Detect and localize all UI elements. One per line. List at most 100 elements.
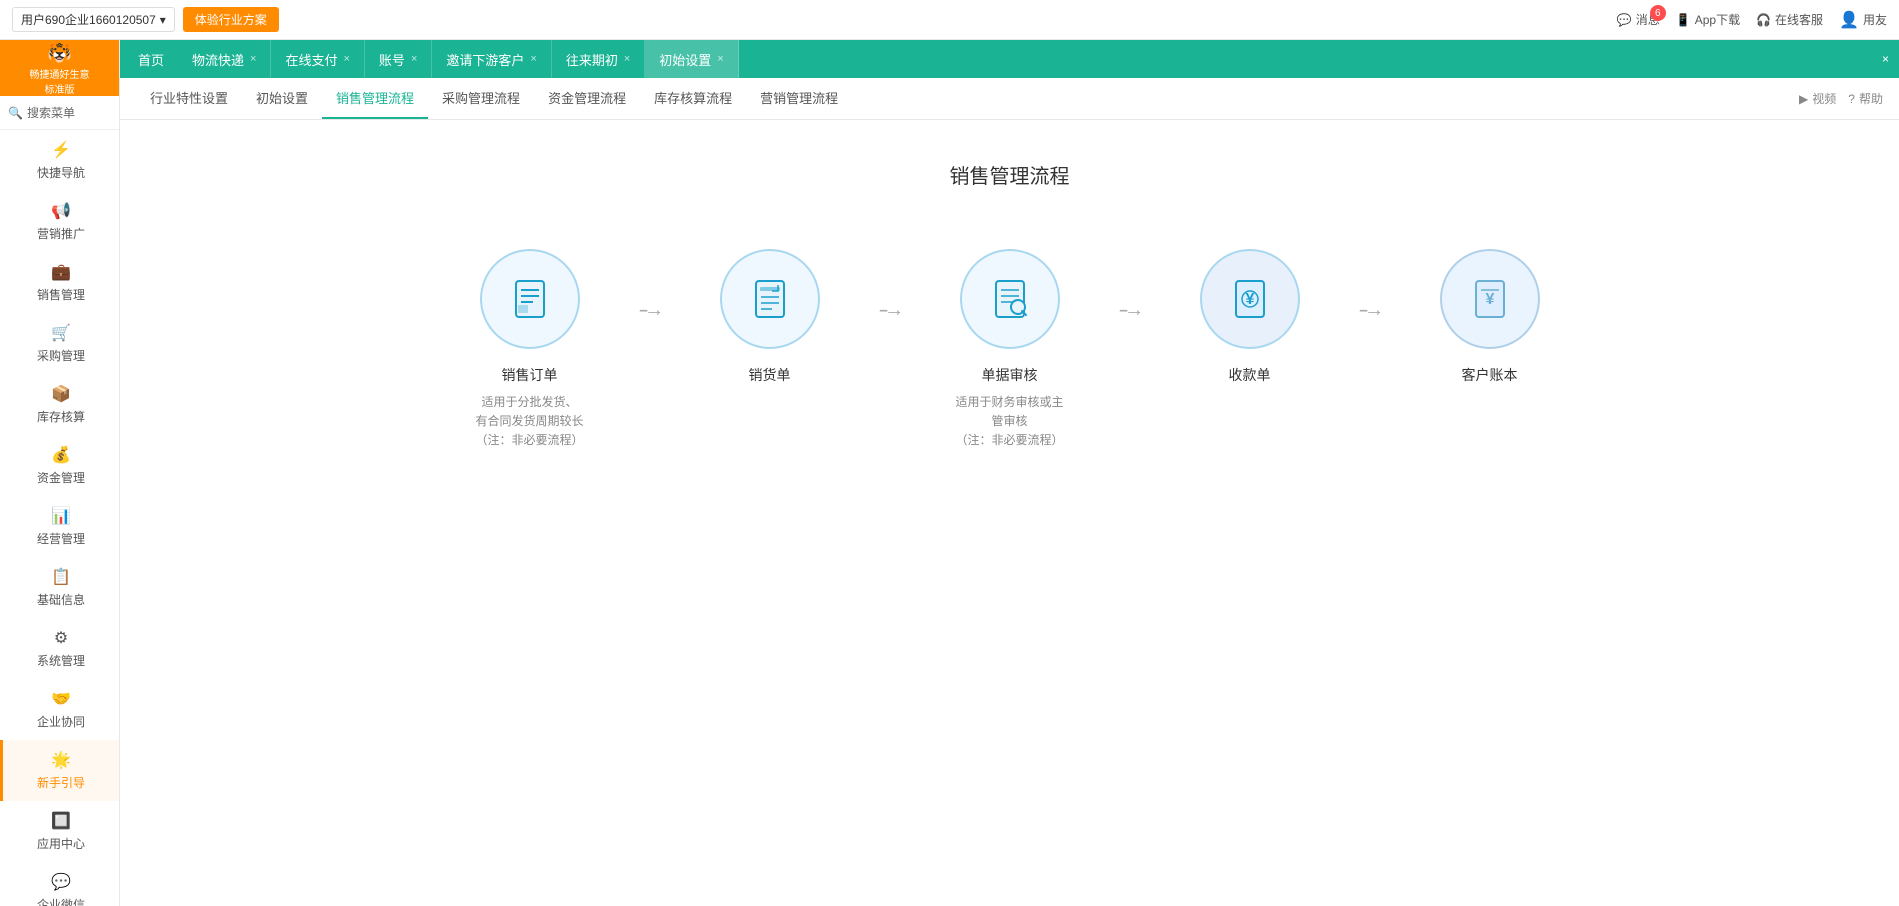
dropdown-icon: ▾ <box>160 13 166 27</box>
nav-tabs-bar: 首页 物流快递 × 在线支付 × 账号 × 邀请下游客户 × 往来期初 × <box>120 40 1899 78</box>
sidebar-item-enterprise-wechat[interactable]: 💬 企业微信 <box>0 862 119 906</box>
sub-tab-label: 采购管理流程 <box>442 91 520 106</box>
sidebar-item-purchase[interactable]: 🛒 采购管理 <box>0 313 119 374</box>
sub-tabs: 行业特性设置 初始设置 销售管理流程 采购管理流程 资金管理流程 库存核算流程 … <box>120 78 1899 120</box>
sub-tab-sales-flow[interactable]: 销售管理流程 <box>322 78 428 119</box>
flow-circle-review <box>960 249 1060 349</box>
sidebar-item-enterprise-collab[interactable]: 🤝 企业协同 <box>0 679 119 740</box>
sidebar-item-operation[interactable]: 📊 经营管理 <box>0 496 119 557</box>
logo-sub: 标准版 <box>45 81 75 96</box>
sidebar-item-inventory[interactable]: 📦 库存核算 <box>0 374 119 435</box>
sidebar-search[interactable]: 🔍 搜索菜单 <box>0 96 119 130</box>
svg-text:¥: ¥ <box>1485 291 1494 308</box>
nav-tab-payment[interactable]: 在线支付 × <box>271 40 364 78</box>
video-icon: ▶ <box>1799 92 1808 106</box>
flow-arrow-1: --→ <box>620 299 680 322</box>
sidebar-item-label: 销售管理 <box>37 286 85 303</box>
nav-close-all[interactable]: × <box>1872 52 1899 66</box>
tab-close-icon[interactable]: × <box>624 53 630 65</box>
tab-label: 邀请下游客户 <box>446 50 524 69</box>
sidebar-item-quick-nav[interactable]: ⚡ 快捷导航 <box>0 130 119 191</box>
tab-close-icon[interactable]: × <box>343 53 349 65</box>
sub-tab-label: 资金管理流程 <box>548 91 626 106</box>
sidebar-item-label: 库存核算 <box>37 408 85 425</box>
sidebar-item-basic[interactable]: 📋 基础信息 <box>0 557 119 618</box>
app-icon: 📱 <box>1676 13 1691 27</box>
nav-tab-period[interactable]: 往来期初 × <box>552 40 645 78</box>
help-action[interactable]: ? 帮助 <box>1848 90 1883 107</box>
sales-order-desc: 适用于分批发货、有合同发货周期较长（注：非必要流程） <box>475 393 583 451</box>
flow-steps: 销售订单 适用于分批发货、有合同发货周期较长（注：非必要流程） --→ <box>140 249 1879 451</box>
sidebar-logo: 🐯 畅捷通好生意 标准版 <box>0 40 119 96</box>
sidebar-item-label: 快捷导航 <box>37 164 85 181</box>
sidebar-item-sales[interactable]: 💼 销售管理 <box>0 252 119 313</box>
header-left: 用户690企业1660120507 ▾ 体验行业方案 <box>12 7 279 32</box>
receipt-name: 收款单 <box>1229 365 1271 385</box>
sidebar-item-label: 基础信息 <box>37 591 85 608</box>
flow-circle-sales-invoice <box>720 249 820 349</box>
message-action[interactable]: 💬 消息 6 <box>1617 11 1660 28</box>
sidebar-item-label: 企业协同 <box>37 713 85 730</box>
user-select[interactable]: 用户690企业1660120507 ▾ <box>12 7 175 32</box>
sub-tab-finance-flow[interactable]: 资金管理流程 <box>534 78 640 119</box>
sidebar-item-label: 企业微信 <box>37 896 85 906</box>
search-icon: 🔍 <box>8 106 23 120</box>
nav-tab-logistics[interactable]: 物流快递 × <box>178 40 271 78</box>
sidebar-item-system[interactable]: ⚙ 系统管理 <box>0 618 119 679</box>
sidebar-item-label: 营销推广 <box>37 225 85 242</box>
sub-tab-label: 营销管理流程 <box>760 91 838 106</box>
tab-close-icon[interactable]: × <box>717 53 723 65</box>
sub-tab-label: 行业特性设置 <box>150 91 228 106</box>
sub-tab-inventory-flow[interactable]: 库存核算流程 <box>640 78 746 119</box>
sidebar-item-new-guide[interactable]: 🌟 新手引导 <box>0 740 119 801</box>
sub-tab-industry[interactable]: 行业特性设置 <box>136 78 242 119</box>
system-icon: ⚙ <box>54 628 68 648</box>
online-service-action[interactable]: 🎧 在线客服 <box>1756 11 1823 28</box>
sidebar-item-finance[interactable]: 💰 资金管理 <box>0 435 119 496</box>
flow-step-sales-invoice: 销货单 <box>680 249 860 393</box>
nav-tab-home[interactable]: 首页 <box>124 40 178 78</box>
review-name: 单据审核 <box>982 365 1038 385</box>
online-service-label: 在线客服 <box>1775 11 1823 28</box>
sub-tab-purchase-flow[interactable]: 采购管理流程 <box>428 78 534 119</box>
header-right: 💬 消息 6 📱 App下载 🎧 在线客服 👤 用友 <box>1617 10 1887 30</box>
flow-circle-sales-order <box>480 249 580 349</box>
message-badge: 6 <box>1650 5 1666 21</box>
sub-tab-label: 初始设置 <box>256 91 308 106</box>
flow-step-customer-ledger: ¥ 客户账本 <box>1400 249 1580 393</box>
sub-tab-initial[interactable]: 初始设置 <box>242 78 322 119</box>
tab-close-icon[interactable]: × <box>411 53 417 65</box>
nav-tab-initial-setup[interactable]: 初始设置 × <box>645 40 738 78</box>
quick-nav-icon: ⚡ <box>51 140 71 160</box>
app-download-action[interactable]: 📱 App下载 <box>1676 11 1740 28</box>
sales-icon: 💼 <box>51 262 71 282</box>
nav-tab-account[interactable]: 账号 × <box>365 40 432 78</box>
home-label: 首页 <box>138 50 164 69</box>
tab-label: 账号 <box>379 50 405 69</box>
sidebar-item-label: 新手引导 <box>37 774 85 791</box>
user-name: 用友 <box>1863 11 1887 28</box>
flow-step-review: 单据审核 适用于财务审核或主管审核（注：非必要流程） <box>920 249 1100 451</box>
purchase-icon: 🛒 <box>51 323 71 343</box>
review-icon <box>988 277 1032 321</box>
trial-button[interactable]: 体验行业方案 <box>183 7 279 32</box>
sidebar-item-app-center[interactable]: 🔲 应用中心 <box>0 801 119 862</box>
nav-tab-invite[interactable]: 邀请下游客户 × <box>432 40 551 78</box>
operation-icon: 📊 <box>51 506 71 526</box>
app-download-label: App下载 <box>1695 11 1740 28</box>
tab-close-icon[interactable]: × <box>530 53 536 65</box>
arrow-icon: --→ <box>879 299 900 322</box>
sidebar-item-label: 资金管理 <box>37 469 85 486</box>
sidebar-item-label: 系统管理 <box>37 652 85 669</box>
user-menu-action[interactable]: 👤 用友 <box>1839 10 1887 30</box>
marketing-icon: 📢 <box>51 201 71 221</box>
user-avatar-icon: 👤 <box>1839 10 1859 30</box>
sub-tab-marketing-flow[interactable]: 营销管理流程 <box>746 78 852 119</box>
sidebar-item-marketing[interactable]: 📢 营销推广 <box>0 191 119 252</box>
flow-title: 销售管理流程 <box>950 160 1070 189</box>
basic-icon: 📋 <box>51 567 71 587</box>
content-area: 首页 物流快递 × 在线支付 × 账号 × 邀请下游客户 × 往来期初 × <box>120 40 1899 906</box>
video-action[interactable]: ▶ 视频 <box>1799 90 1836 107</box>
inventory-icon: 📦 <box>51 384 71 404</box>
tab-close-icon[interactable]: × <box>250 53 256 65</box>
